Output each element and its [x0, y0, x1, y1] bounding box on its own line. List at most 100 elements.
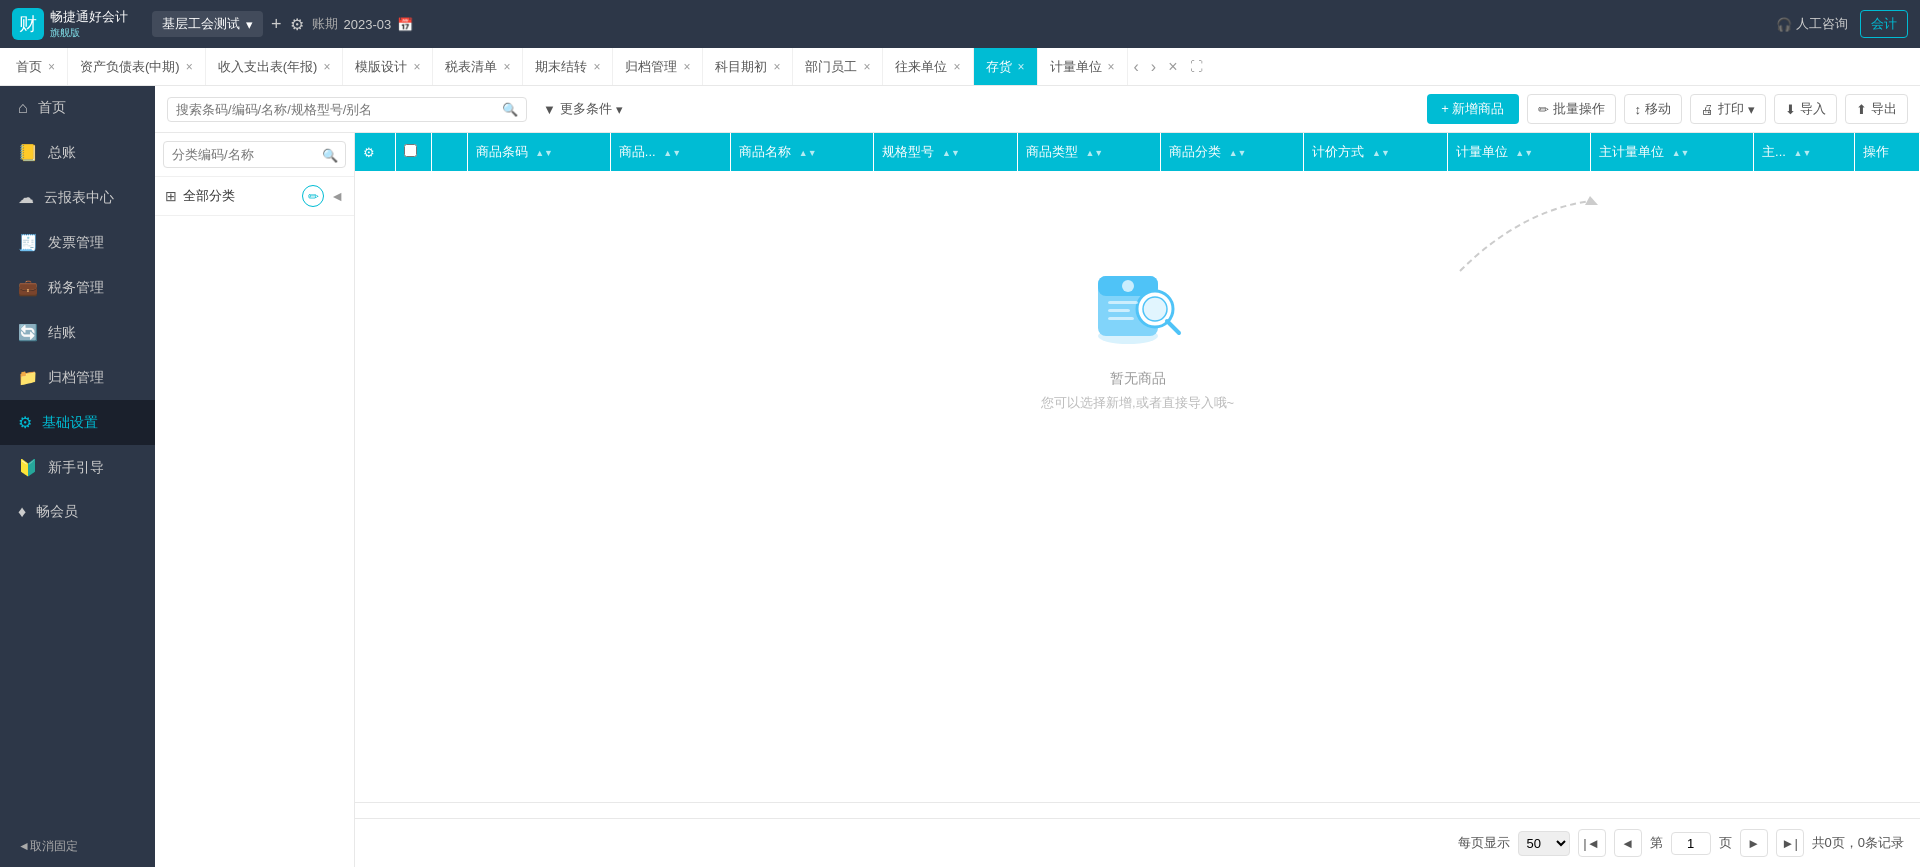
tab-dept-close[interactable]: × [863, 60, 870, 74]
last-page-button[interactable]: ►| [1776, 829, 1804, 857]
company-selector[interactable]: 基层工会测试 ▾ [152, 11, 263, 37]
category-search: 🔍 [155, 133, 354, 177]
col-settings-header[interactable]: ⚙ [355, 133, 395, 171]
category-collapse-icon[interactable]: ◄ [330, 188, 344, 204]
tab-unit-close[interactable]: × [1108, 60, 1115, 74]
search-bar[interactable]: 🔍 [167, 97, 527, 122]
tab-close-all-button[interactable]: × [1162, 48, 1183, 86]
tab-income[interactable]: 收入支出表(年报) × [206, 48, 344, 86]
help-button[interactable]: 🎧 人工咨询 [1776, 15, 1848, 33]
tab-expand-button[interactable]: ⛶ [1184, 48, 1209, 86]
category-search-input[interactable] [163, 141, 346, 168]
add-product-button[interactable]: + 新增商品 [1427, 94, 1518, 124]
tab-balance-close[interactable]: × [186, 60, 193, 74]
tab-next-button[interactable]: › [1145, 48, 1162, 86]
tab-period-end-close[interactable]: × [593, 60, 600, 74]
sidebar-item-reports[interactable]: ☁ 云报表中心 [0, 175, 155, 220]
tab-archive-mgmt-close[interactable]: × [683, 60, 690, 74]
tab-inventory[interactable]: 存货 × [974, 48, 1038, 86]
col-category-label: 商品分类 [1169, 144, 1221, 159]
tab-home-close[interactable]: × [48, 60, 55, 74]
sidebar-item-member[interactable]: ♦ 畅会员 [0, 490, 155, 534]
sidebar-item-checkout[interactable]: 🔄 结账 [0, 310, 155, 355]
help-label: 人工咨询 [1796, 15, 1848, 33]
sidebar-item-invoice[interactable]: 🧾 发票管理 [0, 220, 155, 265]
chevron-down-icon: ▾ [616, 102, 623, 117]
tab-template-close[interactable]: × [413, 60, 420, 74]
calendar-icon[interactable]: 📅 [397, 17, 413, 32]
tab-subject-close[interactable]: × [773, 60, 780, 74]
sidebar-item-guide[interactable]: 🔰 新手引导 [0, 445, 155, 490]
next-page-button[interactable]: ► [1740, 829, 1768, 857]
empty-state: 暂无商品 您可以选择新增,或者直接导入哦~ [355, 171, 1920, 472]
col-check-header[interactable] [395, 133, 431, 171]
move-button[interactable]: ↕ 移动 [1624, 94, 1683, 124]
select-all-checkbox[interactable] [404, 144, 417, 157]
batch-ops-button[interactable]: ✏ 批量操作 [1527, 94, 1616, 124]
add-icon[interactable]: + [271, 14, 282, 35]
tab-subject[interactable]: 科目期初 × [703, 48, 793, 86]
col-expand-header [431, 133, 467, 171]
all-category-button[interactable]: ⊞ 全部分类 [165, 187, 235, 205]
col-unit-header[interactable]: 计量单位 ▲▼ [1447, 133, 1590, 171]
tab-counterpart[interactable]: 往来单位 × [883, 48, 973, 86]
page-input[interactable] [1671, 832, 1711, 855]
settings-icon[interactable]: ⚙ [290, 15, 304, 34]
sidebar-item-home[interactable]: ⌂ 首页 [0, 86, 155, 130]
tab-unit[interactable]: 计量单位 × [1038, 48, 1128, 86]
account-label: 会计 [1871, 16, 1897, 31]
col-type-header[interactable]: 商品类型 ▲▼ [1017, 133, 1160, 171]
per-page-select[interactable]: 50 10 20 100 [1518, 831, 1570, 856]
tab-prev-button[interactable]: ‹ [1128, 48, 1145, 86]
more-filter-button[interactable]: ▼ 更多条件 ▾ [535, 96, 631, 122]
tab-balance[interactable]: 资产负债表(中期) × [68, 48, 206, 86]
tab-counterpart-close[interactable]: × [953, 60, 960, 74]
tab-tax-close[interactable]: × [503, 60, 510, 74]
tab-tax[interactable]: 税表清单 × [433, 48, 523, 86]
tab-income-close[interactable]: × [323, 60, 330, 74]
headset-icon: 🎧 [1776, 17, 1792, 32]
empty-sub: 您可以选择新增,或者直接导入哦~ [1041, 394, 1234, 412]
tab-template[interactable]: 模版设计 × [343, 48, 433, 86]
tab-archive-mgmt[interactable]: 归档管理 × [613, 48, 703, 86]
sidebar-item-tax[interactable]: 💼 税务管理 [0, 265, 155, 310]
first-page-button[interactable]: |◄ [1578, 829, 1606, 857]
prev-page-button[interactable]: ◄ [1614, 829, 1642, 857]
type-sort-icon: ▲▼ [1085, 148, 1103, 158]
ledger-icon: 📒 [18, 143, 38, 162]
category-header: ⊞ 全部分类 ✏ ◄ [155, 177, 354, 216]
horizontal-scrollbar[interactable] [355, 802, 1920, 818]
cloud-icon: ☁ [18, 188, 34, 207]
tab-dept[interactable]: 部门员工 × [793, 48, 883, 86]
col-spec-header[interactable]: 规格型号 ▲▼ [874, 133, 1017, 171]
sidebar-item-ledger[interactable]: 📒 总账 [0, 130, 155, 175]
tab-home-label: 首页 [16, 58, 42, 76]
col-category-header[interactable]: 商品分类 ▲▼ [1161, 133, 1304, 171]
tab-period-end[interactable]: 期末结转 × [523, 48, 613, 86]
col-code-header[interactable]: 商品... ▲▼ [610, 133, 730, 171]
sidebar-basic-label: 基础设置 [42, 414, 98, 432]
col-extra-header[interactable]: 主... ▲▼ [1754, 133, 1855, 171]
sidebar-footer[interactable]: ◄取消固定 [0, 826, 155, 867]
tab-inventory-close[interactable]: × [1018, 60, 1025, 74]
right-panel: ⚙ 商品条码 ▲▼ [355, 133, 1920, 867]
sidebar-item-archive[interactable]: 📁 归档管理 [0, 355, 155, 400]
tab-home[interactable]: 首页 × [4, 48, 68, 86]
import-icon: ⬇ [1785, 102, 1796, 117]
col-name-header[interactable]: 商品名称 ▲▼ [731, 133, 874, 171]
tab-subject-label: 科目期初 [715, 58, 767, 76]
top-header: 财 畅捷通好会计 旗舰版 基层工会测试 ▾ + ⚙ 账期 2023-03 📅 🎧… [0, 0, 1920, 48]
grid-icon: ⊞ [165, 188, 177, 204]
import-button[interactable]: ⬇ 导入 [1774, 94, 1837, 124]
sidebar-item-basic[interactable]: ⚙ 基础设置 [0, 400, 155, 445]
search-input[interactable] [176, 102, 496, 117]
category-edit-icon[interactable]: ✏ [302, 185, 324, 207]
col-barcode-header[interactable]: 商品条码 ▲▼ [467, 133, 610, 171]
print-button[interactable]: 🖨 打印 ▾ [1690, 94, 1766, 124]
sidebar: ⌂ 首页 📒 总账 ☁ 云报表中心 🧾 发票管理 💼 税务管理 🔄 结账 📁 归… [0, 86, 155, 867]
col-price-mode-header[interactable]: 计价方式 ▲▼ [1304, 133, 1447, 171]
account-button[interactable]: 会计 [1860, 10, 1908, 38]
col-main-unit-header[interactable]: 主计量单位 ▲▼ [1591, 133, 1754, 171]
export-button[interactable]: ⬆ 导出 [1845, 94, 1908, 124]
print-icon: 🖨 [1701, 102, 1714, 117]
